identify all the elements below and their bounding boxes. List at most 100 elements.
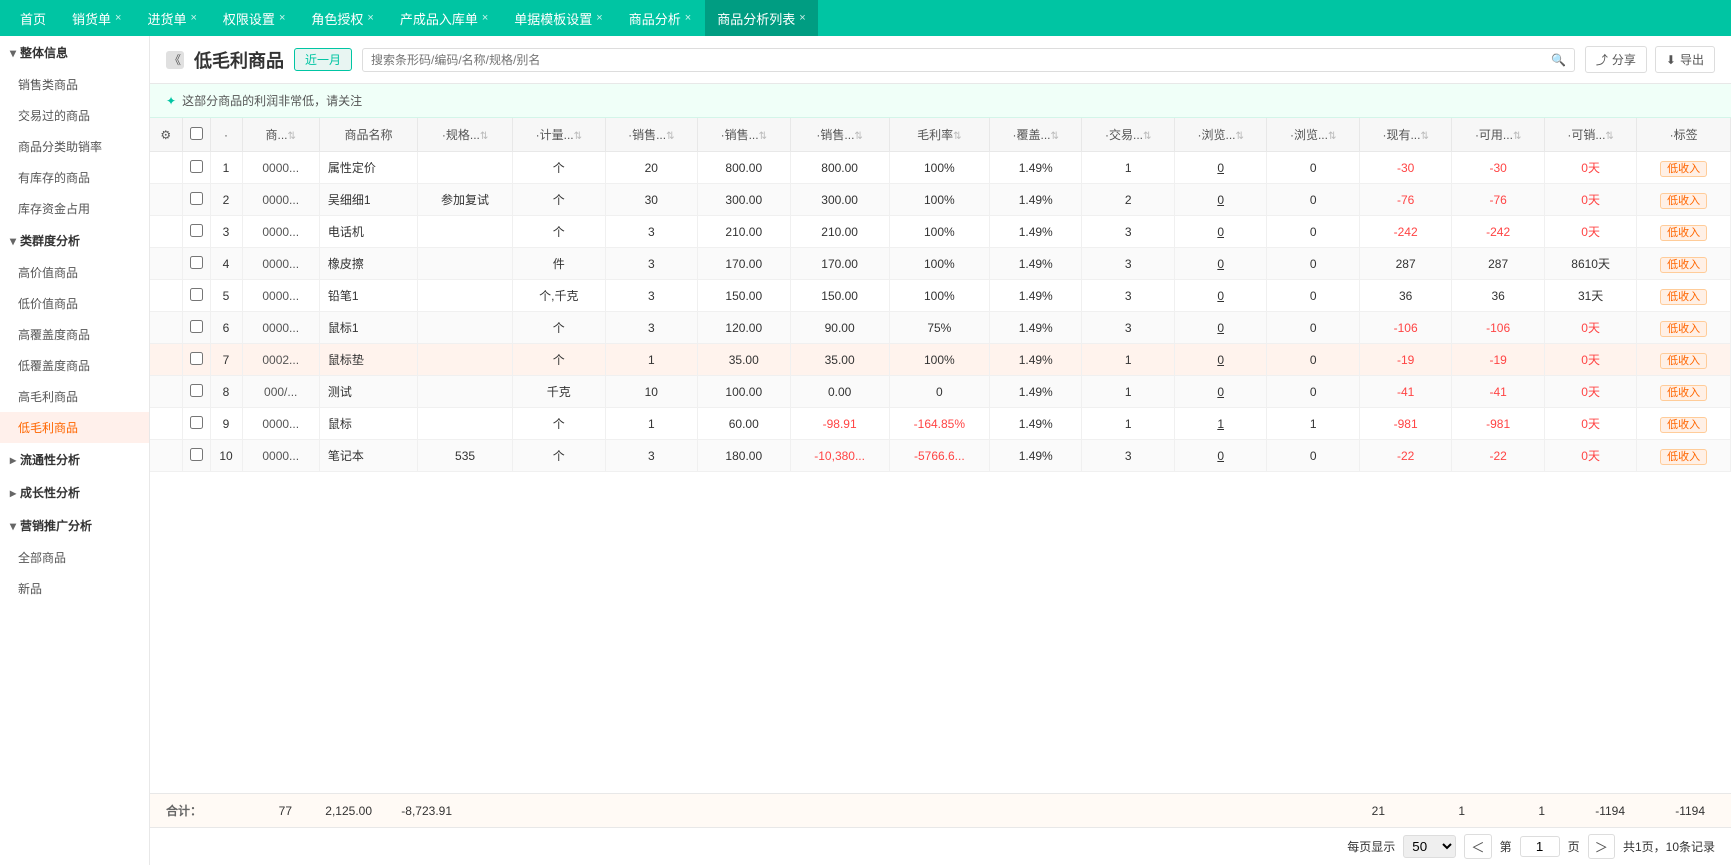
sidebar-item-all-products[interactable]: 全部商品 <box>0 542 149 573</box>
nav-product-analysis-list-close[interactable]: × <box>799 12 805 24</box>
col-browse1[interactable]: ·浏览...⇅ <box>1174 118 1266 152</box>
prev-page-button[interactable]: ＜ <box>1464 834 1491 859</box>
row-browse1[interactable]: 1 <box>1174 408 1266 440</box>
nav-sales[interactable]: 销货单 × <box>60 0 133 36</box>
nav-permissions-close[interactable]: × <box>279 12 285 24</box>
next-page-button[interactable]: ＞ <box>1588 834 1615 859</box>
col-settings[interactable]: ⚙ <box>150 118 182 152</box>
nav-product-entry[interactable]: 产成品入库单 × <box>388 0 500 36</box>
row-checkbox[interactable] <box>182 312 210 344</box>
row-browse1[interactable]: 0 <box>1174 184 1266 216</box>
row-browse1[interactable]: 0 <box>1174 440 1266 472</box>
row-checkbox[interactable] <box>182 344 210 376</box>
nav-product-entry-close[interactable]: × <box>482 12 488 24</box>
page-number-input[interactable] <box>1520 836 1560 857</box>
sidebar-group-circulation[interactable]: ▸ 流通性分析 <box>0 443 149 476</box>
nav-purchase[interactable]: 进货单 × <box>135 0 208 36</box>
col-stock[interactable]: ·现有...⇅ <box>1359 118 1451 152</box>
col-unit[interactable]: ·计量...⇅ <box>513 118 605 152</box>
nav-product-analysis-list[interactable]: 商品分析列表 × <box>705 0 817 36</box>
col-sequence[interactable]: · <box>210 118 242 152</box>
row-browse1[interactable]: 0 <box>1174 152 1266 184</box>
row-checkbox[interactable] <box>182 440 210 472</box>
notice-text: 这部分商品的利润非常低，请关注 <box>182 92 362 109</box>
row-checkbox[interactable] <box>182 184 210 216</box>
sidebar-item-sales-products[interactable]: 销售类商品 <box>0 69 149 100</box>
nav-home[interactable]: 首页 <box>8 0 58 36</box>
col-checkbox[interactable] <box>182 118 210 152</box>
sidebar-item-category-rate[interactable]: 商品分类助销率 <box>0 131 149 162</box>
share-button[interactable]: ⤴ 分享 <box>1585 46 1647 73</box>
row-checkbox[interactable] <box>182 152 210 184</box>
col-tag[interactable]: ·标签 <box>1637 118 1731 152</box>
nav-purchase-close[interactable]: × <box>190 12 196 24</box>
row-browse1[interactable]: 0 <box>1174 376 1266 408</box>
sidebar-item-new-products[interactable]: 新品 <box>0 573 149 604</box>
col-sales-profit[interactable]: ·销售...⇅ <box>790 118 889 152</box>
sidebar-group-growth[interactable]: ▸ 成长性分析 <box>0 476 149 509</box>
row-stock: -106 <box>1359 312 1451 344</box>
row-select-checkbox[interactable] <box>190 320 203 333</box>
row-checkbox[interactable] <box>182 216 210 248</box>
col-name[interactable]: 商品名称 <box>319 118 417 152</box>
row-browse1[interactable]: 0 <box>1174 248 1266 280</box>
col-gross-rate[interactable]: 毛利率⇅ <box>889 118 989 152</box>
col-usable[interactable]: ·可用...⇅ <box>1452 118 1544 152</box>
nav-template-settings[interactable]: 单据模板设置 × <box>502 0 614 36</box>
col-sales-price[interactable]: ·销售...⇅ <box>698 118 790 152</box>
col-browse2[interactable]: ·浏览...⇅ <box>1267 118 1359 152</box>
nav-product-analysis[interactable]: 商品分析 × <box>617 0 703 36</box>
col-coverage[interactable]: ·覆盖...⇅ <box>989 118 1081 152</box>
sidebar-item-inventory-capital[interactable]: 库存资金占用 <box>0 193 149 224</box>
filter-recent-month-button[interactable]: 近一月 <box>294 48 352 71</box>
col-sales-qty[interactable]: ·销售...⇅ <box>605 118 697 152</box>
row-browse1[interactable]: 0 <box>1174 280 1266 312</box>
col-trade-count[interactable]: ·交易...⇅ <box>1082 118 1174 152</box>
row-checkbox[interactable] <box>182 280 210 312</box>
nav-role-auth[interactable]: 角色授权 × <box>299 0 385 36</box>
row-spec <box>418 376 513 408</box>
sidebar-group-cluster[interactable]: ▾ 类群度分析 <box>0 224 149 257</box>
nav-permissions[interactable]: 权限设置 × <box>211 0 297 36</box>
row-select-checkbox[interactable] <box>190 384 203 397</box>
row-select-checkbox[interactable] <box>190 352 203 365</box>
row-browse1[interactable]: 0 <box>1174 344 1266 376</box>
sidebar-item-traded-products[interactable]: 交易过的商品 <box>0 100 149 131</box>
sidebar-item-high-value[interactable]: 高价值商品 <box>0 257 149 288</box>
nav-sales-close[interactable]: × <box>115 12 121 24</box>
row-browse1[interactable]: 0 <box>1174 312 1266 344</box>
footer-stock-total: -1194 <box>1555 804 1635 818</box>
sidebar-item-high-margin[interactable]: 高毛利商品 <box>0 381 149 412</box>
sidebar-group-overview[interactable]: ▾ 整体信息 <box>0 36 149 69</box>
row-select-checkbox[interactable] <box>190 448 203 461</box>
nav-product-analysis-close[interactable]: × <box>685 12 691 24</box>
search-input[interactable] <box>371 53 1547 67</box>
sidebar-item-low-coverage[interactable]: 低覆盖度商品 <box>0 350 149 381</box>
row-code: 0000... <box>242 152 319 184</box>
sidebar-group-marketing[interactable]: ▾ 营销推广分析 <box>0 509 149 542</box>
sidebar-item-low-margin[interactable]: 低毛利商品 <box>0 412 149 443</box>
row-select-checkbox[interactable] <box>190 192 203 205</box>
row-browse1[interactable]: 0 <box>1174 216 1266 248</box>
per-page-select[interactable]: 50 100 <box>1403 835 1456 858</box>
select-all-checkbox[interactable] <box>190 127 203 140</box>
collapse-sidebar-button[interactable]: 《 <box>166 51 184 69</box>
col-code[interactable]: 商...⇅ <box>242 118 319 152</box>
sidebar-item-high-coverage[interactable]: 高覆盖度商品 <box>0 319 149 350</box>
nav-template-settings-close[interactable]: × <box>596 12 602 24</box>
sidebar-item-in-stock[interactable]: 有库存的商品 <box>0 162 149 193</box>
col-salable-days[interactable]: ·可销...⇅ <box>1544 118 1636 152</box>
col-spec[interactable]: ·规格...⇅ <box>418 118 513 152</box>
row-checkbox[interactable] <box>182 376 210 408</box>
row-select-checkbox[interactable] <box>190 288 203 301</box>
nav-role-auth-close[interactable]: × <box>367 12 373 24</box>
row-select-checkbox[interactable] <box>190 224 203 237</box>
row-checkbox[interactable] <box>182 248 210 280</box>
row-checkbox[interactable] <box>182 408 210 440</box>
search-icon[interactable]: 🔍 <box>1551 53 1566 67</box>
sidebar-item-low-value[interactable]: 低价值商品 <box>0 288 149 319</box>
row-select-checkbox[interactable] <box>190 160 203 173</box>
row-select-checkbox[interactable] <box>190 256 203 269</box>
row-select-checkbox[interactable] <box>190 416 203 429</box>
export-button[interactable]: ⬇ 导出 <box>1655 46 1715 73</box>
